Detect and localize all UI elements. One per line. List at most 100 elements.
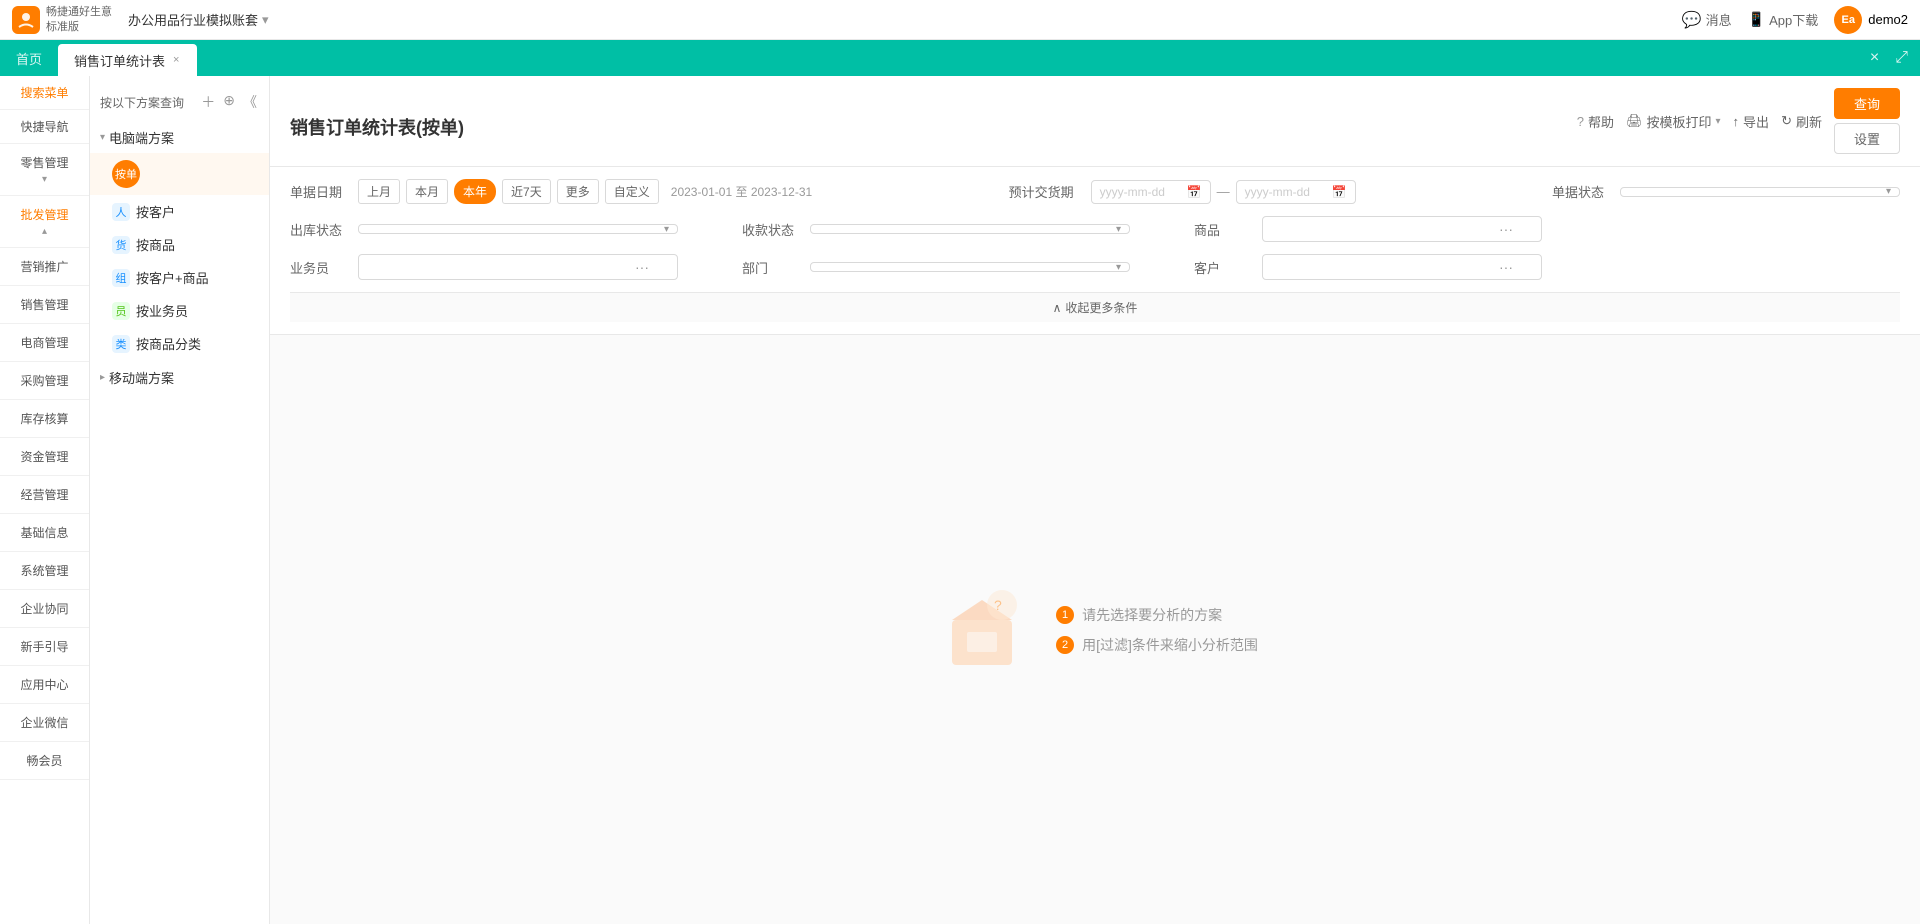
query-button[interactable]: 查询	[1834, 88, 1900, 119]
sidebar-ops-label: 经营管理	[20, 486, 68, 503]
scheme-group-mobile: ▸ 移动端方案	[90, 362, 269, 393]
scheme-group-pc-header[interactable]: ▾ 电脑端方案	[90, 122, 269, 153]
print-dropdown-arrow[interactable]: ▾	[1716, 116, 1721, 127]
sidebar-basic-label: 基础信息	[20, 524, 68, 541]
scheme-by-salesman-icon: 员	[112, 302, 130, 320]
scheme-item-by-category[interactable]: 类 按商品分类	[90, 327, 269, 360]
scheme-settings-button[interactable]: ⊕	[221, 90, 237, 114]
tab-close-all-button[interactable]: ×	[1866, 45, 1883, 71]
sidebar-item-basic[interactable]: 基础信息	[0, 514, 89, 552]
sidebar-item-wechat[interactable]: 企业微信	[0, 704, 89, 742]
template-print-button[interactable]: 🖨 按模板打印 ▾	[1626, 112, 1721, 131]
scheme-by-customer-label: 按客户	[136, 202, 175, 221]
tab-sales-order-stats[interactable]: 销售订单统计表 ×	[58, 44, 197, 76]
out-status-select[interactable]: ▾	[358, 224, 678, 234]
sidebar-search[interactable]: 搜索菜单	[0, 76, 89, 110]
user-avatar: Ea	[1834, 6, 1862, 34]
salesman-input[interactable]: ···	[358, 254, 678, 280]
sidebar-item-wholesale[interactable]: 批发管理 ▴	[0, 196, 89, 248]
message-button[interactable]: 💬 消息	[1682, 10, 1732, 30]
scheme-item-by-product[interactable]: 货 按商品	[90, 228, 269, 261]
calendar-end-icon: 📅	[1332, 185, 1347, 199]
dept-select[interactable]: ▾	[810, 262, 1130, 272]
sidebar-item-finance[interactable]: 资金管理	[0, 438, 89, 476]
export-icon: ↑	[1733, 114, 1740, 129]
empty-tip-2: 2 用[过滤]条件来缩小分析范围	[1056, 635, 1258, 655]
scheme-item-by-salesman[interactable]: 员 按业务员	[90, 294, 269, 327]
sidebar-quick-nav[interactable]: 快捷导航	[0, 110, 89, 144]
tab-close-button[interactable]: ×	[171, 52, 181, 68]
empty-state-content: ? 1 请先选择要分析的方案 2 用[过滤]条件来缩小分析范围	[932, 580, 1258, 680]
help-button[interactable]: ? 帮助	[1577, 112, 1614, 131]
salesman-dots-button[interactable]: ···	[635, 259, 649, 275]
scheme-add-button[interactable]: ＋	[199, 90, 217, 114]
scheme-group-pc: ▾ 电脑端方案 按单 人 按客户 货 按商品	[90, 122, 269, 360]
customer-input[interactable]: ···	[1262, 254, 1542, 280]
out-status-arrow: ▾	[664, 224, 669, 235]
sidebar-item-sales[interactable]: 销售管理	[0, 286, 89, 324]
refresh-button[interactable]: ↻ 刷新	[1781, 112, 1822, 131]
sidebar-item-member[interactable]: 畅会员	[0, 742, 89, 780]
product-dots-button[interactable]: ···	[1499, 221, 1513, 237]
sidebar-item-marketing[interactable]: 营销推广	[0, 248, 89, 286]
this-year-button[interactable]: 本年	[454, 179, 496, 204]
tab-home[interactable]: 首页	[0, 40, 58, 76]
export-button[interactable]: ↑ 导出	[1733, 112, 1770, 131]
sidebar-item-system[interactable]: 系统管理	[0, 552, 89, 590]
sidebar-marketing-label: 营销推广	[20, 258, 68, 275]
app-title-dropdown-icon[interactable]: ▾	[262, 12, 269, 28]
scheme-collapse-button[interactable]: 《	[241, 90, 259, 114]
tab-maximize-button[interactable]: ⤢	[1891, 45, 1912, 71]
empty-tip-1-text: 请先选择要分析的方案	[1082, 605, 1222, 625]
sidebar-wholesale-arrow: ▴	[42, 226, 47, 237]
scheme-by-salesman-label: 按业务员	[136, 301, 188, 320]
scheme-group-mobile-arrow: ▸	[100, 372, 105, 383]
scheme-by-order-icon: 按单	[112, 160, 140, 188]
sidebar-appstore-label: 应用中心	[20, 676, 68, 693]
collapse-button[interactable]: ∧ 收起更多条件	[290, 292, 1900, 322]
dept-label: 部门	[742, 258, 798, 277]
sidebar-item-appstore[interactable]: 应用中心	[0, 666, 89, 704]
sidebar-item-inventory[interactable]: 库存核算	[0, 400, 89, 438]
tab-bar-actions: × ⤢	[1866, 45, 1920, 71]
receipt-status-select[interactable]: ▾	[810, 224, 1130, 234]
sidebar-purchase-label: 采购管理	[20, 372, 68, 389]
app-title-area: 办公用品行业模拟账套 ▾	[128, 10, 269, 29]
sidebar-item-newbie[interactable]: 新手引导	[0, 628, 89, 666]
setting-button[interactable]: 设置	[1834, 123, 1900, 154]
collapse-label: 收起更多条件	[1065, 299, 1137, 316]
download-icon: 📱	[1748, 11, 1765, 28]
sidebar-item-ops[interactable]: 经营管理	[0, 476, 89, 514]
app-download-button[interactable]: 📱 App下载	[1748, 10, 1819, 29]
custom-button[interactable]: 自定义	[605, 179, 659, 204]
last7-button[interactable]: 近7天	[502, 179, 551, 204]
scheme-item-by-customer[interactable]: 人 按客户	[90, 195, 269, 228]
delivery-date-end[interactable]: yyyy-mm-dd 📅	[1236, 180, 1356, 204]
receipt-status-arrow: ▾	[1116, 224, 1121, 235]
scheme-item-by-order[interactable]: 按单	[90, 153, 269, 195]
product-input[interactable]: ···	[1262, 216, 1542, 242]
main-layout: 搜索菜单 快捷导航 零售管理 ▾ 批发管理 ▴ 营销推广 销售管理 电商管理 采…	[0, 76, 1920, 924]
bill-status-select[interactable]: ▾	[1620, 187, 1900, 197]
dept-arrow: ▾	[1116, 262, 1121, 273]
sidebar-item-ecom[interactable]: 电商管理	[0, 324, 89, 362]
sidebar-item-purchase[interactable]: 采购管理	[0, 362, 89, 400]
date-range-text: 2023-01-01 至 2023-12-31	[671, 183, 812, 200]
product-label: 商品	[1194, 220, 1250, 239]
this-month-button[interactable]: 本月	[406, 179, 448, 204]
more-button[interactable]: 更多	[557, 179, 599, 204]
page-title: 销售订单统计表(按单)	[290, 114, 464, 140]
scheme-item-by-cust-prod[interactable]: 组 按客户+商品	[90, 261, 269, 294]
scheme-group-mobile-header[interactable]: ▸ 移动端方案	[90, 362, 269, 393]
user-area[interactable]: Ea demo2	[1834, 6, 1908, 34]
out-status-label: 出库状态	[290, 220, 346, 239]
delivery-date-start[interactable]: yyyy-mm-dd 📅	[1091, 180, 1211, 204]
scheme-panel: 按以下方案查询 ＋ ⊕ 《 ▾ 电脑端方案 按单	[90, 76, 270, 924]
delivery-date-label: 预计交货期	[1009, 182, 1079, 201]
bill-status-select-wrapper: ▾	[1620, 187, 1900, 197]
sidebar-item-corp[interactable]: 企业协同	[0, 590, 89, 628]
customer-dots-button[interactable]: ···	[1499, 259, 1513, 275]
sidebar-item-retail[interactable]: 零售管理 ▾	[0, 144, 89, 196]
last-month-button[interactable]: 上月	[358, 179, 400, 204]
sidebar-finance-label: 资金管理	[20, 448, 68, 465]
